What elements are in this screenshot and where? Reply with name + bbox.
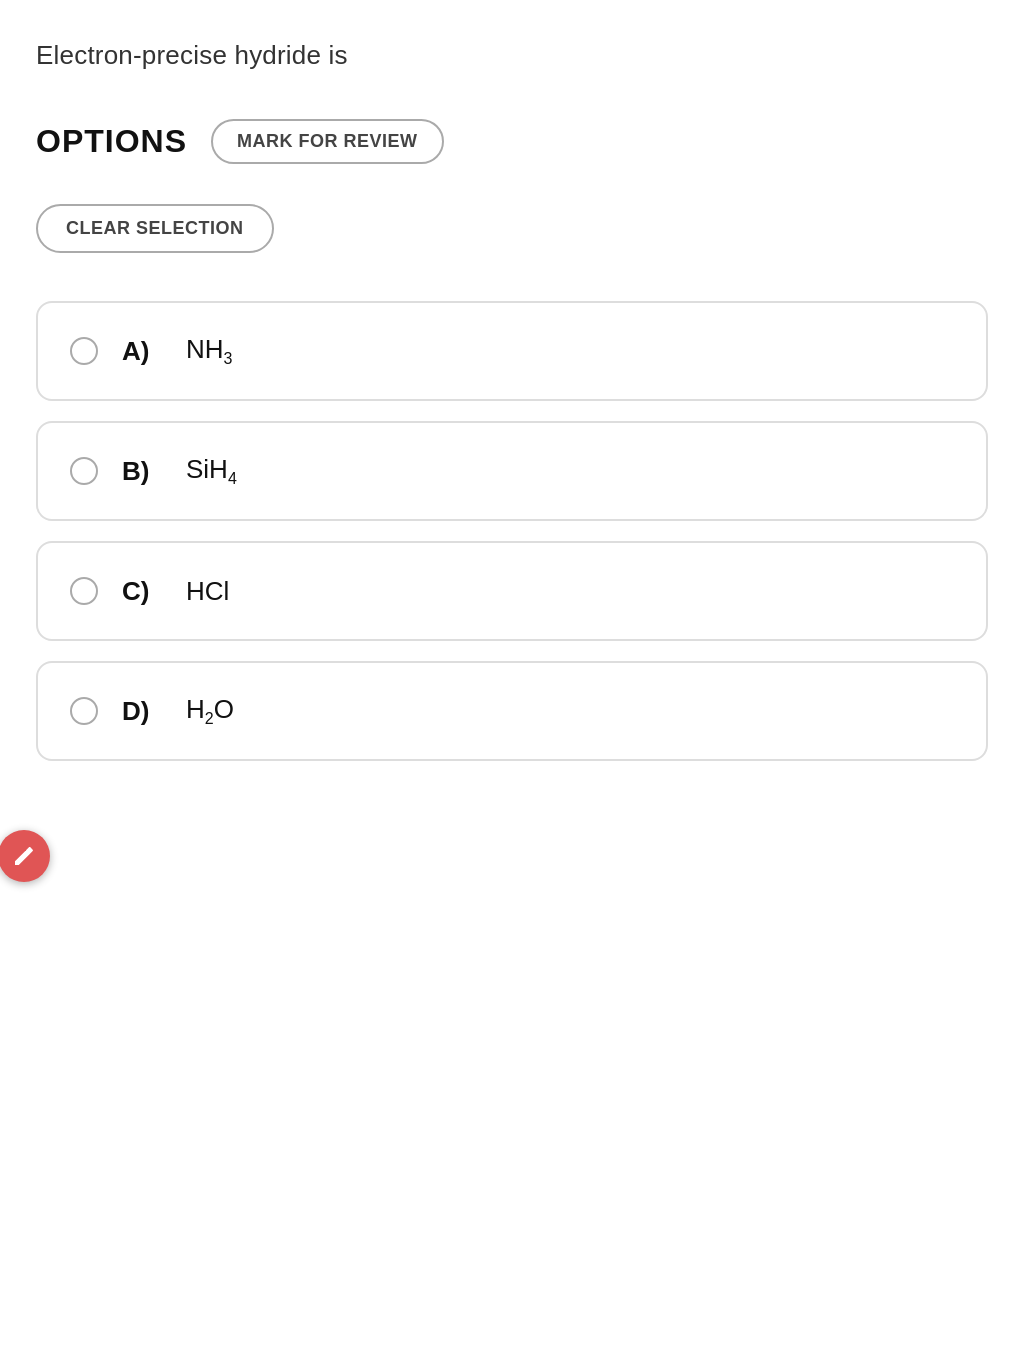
eraser-svg bbox=[12, 844, 36, 868]
floating-eraser-icon[interactable] bbox=[0, 830, 50, 882]
option-c-label: C) bbox=[122, 576, 162, 607]
option-b-value: SiH4 bbox=[186, 454, 237, 488]
radio-c[interactable] bbox=[70, 577, 98, 605]
options-header: OPTIONS MARK FOR REVIEW bbox=[36, 119, 988, 164]
option-d-label: D) bbox=[122, 696, 162, 727]
option-c-value: HCl bbox=[186, 576, 229, 607]
option-d[interactable]: D) H2O bbox=[36, 661, 988, 761]
option-b[interactable]: B) SiH4 bbox=[36, 421, 988, 521]
option-a-label: A) bbox=[122, 336, 162, 367]
option-c[interactable]: C) HCl bbox=[36, 541, 988, 641]
question-text: Electron-precise hydride is bbox=[36, 40, 988, 71]
page-container: Electron-precise hydride is OPTIONS MARK… bbox=[0, 0, 1024, 1367]
options-label: OPTIONS bbox=[36, 123, 187, 160]
option-a-value: NH3 bbox=[186, 334, 232, 368]
option-a[interactable]: A) NH3 bbox=[36, 301, 988, 401]
mark-review-button[interactable]: MARK FOR REVIEW bbox=[211, 119, 444, 164]
clear-selection-button[interactable]: CLEAR SELECTION bbox=[36, 204, 274, 253]
radio-b[interactable] bbox=[70, 457, 98, 485]
radio-d[interactable] bbox=[70, 697, 98, 725]
answer-options: A) NH3 B) SiH4 C) HCl D) H2O bbox=[36, 301, 988, 761]
option-b-label: B) bbox=[122, 456, 162, 487]
radio-a[interactable] bbox=[70, 337, 98, 365]
option-d-value: H2O bbox=[186, 694, 234, 728]
